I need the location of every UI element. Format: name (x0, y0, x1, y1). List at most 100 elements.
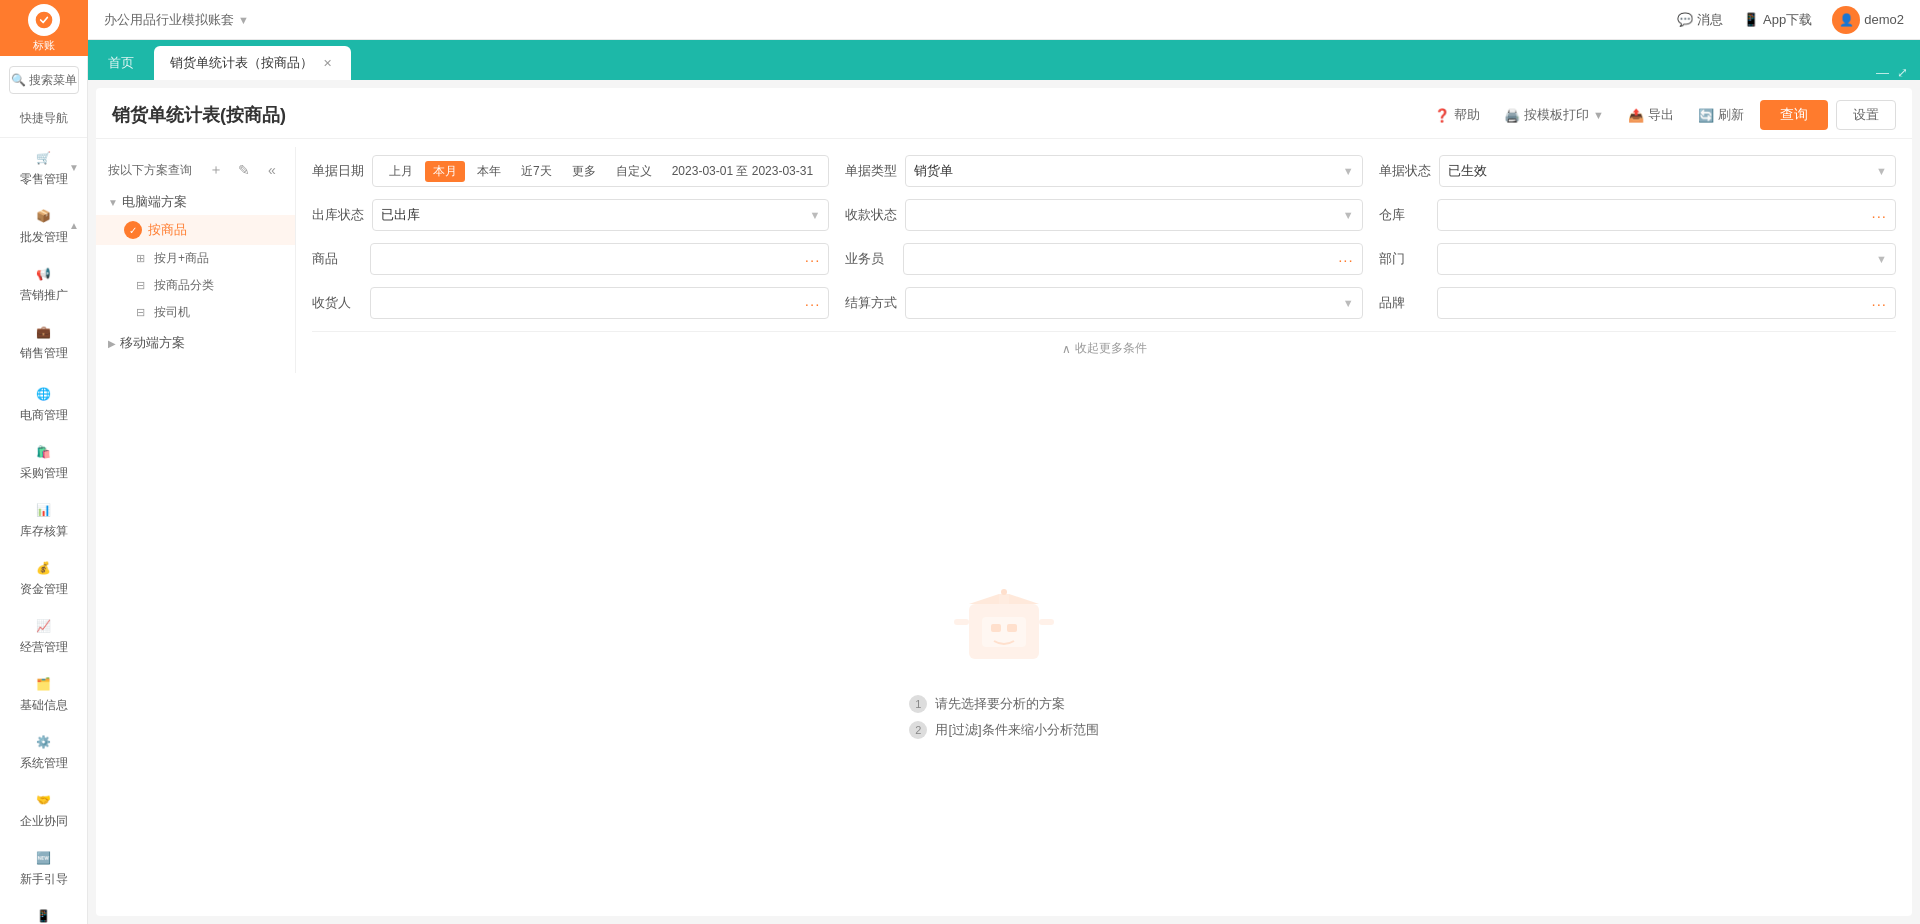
search-icon: 🔍 (11, 73, 26, 87)
sidebar-item-ecommerce[interactable]: 🌐 电商管理 (0, 374, 87, 432)
settlement-label: 结算方式 (845, 294, 897, 312)
sidebar-item-marketing[interactable]: 📢 营销推广 (0, 254, 87, 312)
ecommerce-label: 电商管理 (20, 407, 68, 424)
scheme-by-month-product[interactable]: ⊞ 按月+商品 (96, 245, 295, 272)
salesperson-input[interactable]: ··· (903, 243, 1362, 275)
collapse-label: 收起更多条件 (1075, 340, 1147, 357)
operation-label: 经营管理 (20, 639, 68, 656)
tab-home[interactable]: 首页 (92, 46, 150, 80)
desktop-section-header[interactable]: ▼ 电脑端方案 (96, 189, 295, 215)
purchase-icon: 🛍️ (34, 442, 54, 462)
export-button[interactable]: 📤 导出 (1620, 102, 1682, 128)
sidebar-item-operation[interactable]: 📈 经营管理 (0, 606, 87, 664)
settlement-field: 结算方式 ▼ (845, 287, 1362, 319)
add-scheme-button[interactable]: ＋ (205, 159, 227, 181)
app-download-button[interactable]: 📱 App下载 (1743, 11, 1812, 29)
warehouse-input[interactable]: ··· (1437, 199, 1896, 231)
collapse-panel-button[interactable]: « (261, 159, 283, 181)
user-menu[interactable]: 👤 demo2 (1832, 6, 1904, 34)
settlement-input[interactable]: ▼ (905, 287, 1362, 319)
refresh-button[interactable]: 🔄 刷新 (1690, 102, 1752, 128)
payment-status-input[interactable]: ▼ (905, 199, 1362, 231)
page-actions: ❓ 帮助 🖨️ 按模板打印 ▼ 📤 导出 🔄 刷新 (1426, 100, 1896, 130)
basic-label: 基础信息 (20, 697, 68, 714)
doc-type-input[interactable]: 销货单 ▼ (905, 155, 1362, 187)
date-last-7days[interactable]: 近7天 (513, 161, 560, 182)
doc-status-input[interactable]: 已生效 ▼ (1439, 155, 1896, 187)
payment-status-label: 收款状态 (845, 206, 897, 224)
help-icon: ❓ (1434, 108, 1450, 123)
cooperation-icon: 🤝 (34, 790, 54, 810)
date-more[interactable]: 更多 (564, 161, 604, 182)
tab-bar: 首页 销货单统计表（按商品） ✕ — ⤢ (88, 40, 1920, 80)
industry-selector[interactable]: 办公用品行业模拟账套 ▼ (104, 11, 249, 29)
brand-input[interactable]: ··· (1437, 287, 1896, 319)
settings-button[interactable]: 设置 (1836, 100, 1896, 130)
help-button[interactable]: ❓ 帮助 (1426, 102, 1488, 128)
tip-number-1: 1 (909, 695, 927, 713)
date-this-year[interactable]: 本年 (469, 161, 509, 182)
mobile-section-header[interactable]: ▶ 移动端方案 (96, 330, 295, 356)
message-button[interactable]: 💬 消息 (1677, 11, 1723, 29)
sidebar-item-inventory[interactable]: 📊 库存核算 (0, 490, 87, 548)
expand-icon: ▶ (108, 338, 116, 349)
marketing-icon: 📢 (34, 264, 54, 284)
active-scheme-icon: ✓ (124, 221, 142, 239)
date-this-month[interactable]: 本月 (425, 161, 465, 182)
storage-status-input[interactable]: 已出库 ▼ (372, 199, 829, 231)
product-label: 商品 (312, 250, 362, 268)
driver-icon: ⊟ (132, 305, 148, 321)
scheme-by-product[interactable]: ✓ 按商品 (96, 215, 295, 245)
filter-row-1: 单据日期 上月 本月 本年 近7天 更多 自定义 2023-03-01 至 20… (312, 155, 1896, 187)
system-label: 系统管理 (20, 755, 68, 772)
tip-2-text: 用[过滤]条件来缩小分析范围 (935, 721, 1098, 739)
more-options-icon[interactable]: ··· (805, 295, 821, 312)
query-button[interactable]: 查询 (1760, 100, 1828, 130)
search-menu-button[interactable]: 🔍 帮助 搜索菜单 (9, 66, 79, 94)
warehouse-field: 仓库 ··· (1379, 199, 1896, 231)
doc-type-value: 销货单 (914, 162, 1338, 180)
sidebar-item-cooperation[interactable]: 🤝 企业协同 (0, 780, 87, 838)
sidebar-item-purchase[interactable]: 🛍️ 采购管理 (0, 432, 87, 490)
print-button[interactable]: 🖨️ 按模板打印 ▼ (1496, 102, 1612, 128)
scheme-by-driver[interactable]: ⊟ 按司机 (96, 299, 295, 326)
sidebar-item-system[interactable]: ⚙️ 系统管理 (0, 722, 87, 780)
department-input[interactable]: ▼ (1437, 243, 1896, 275)
sidebar-item-apps[interactable]: 📱 应用中心 (0, 896, 87, 924)
tab-close-button[interactable]: ✕ (319, 55, 335, 71)
sidebar-item-wholesale[interactable]: 📦 批发管理 ▲ (0, 196, 87, 254)
more-options-icon[interactable]: ··· (1871, 207, 1887, 224)
more-options-icon[interactable]: ··· (1871, 295, 1887, 312)
tab-expand-icon[interactable]: ⤢ (1897, 65, 1908, 80)
scheme-by-category[interactable]: ⊟ 按商品分类 (96, 272, 295, 299)
sidebar-item-finance[interactable]: 💰 资金管理 (0, 548, 87, 606)
more-options-icon[interactable]: ··· (1338, 251, 1354, 268)
date-label: 单据日期 (312, 162, 364, 180)
sidebar-item-newuser[interactable]: 🆕 新手引导 (0, 838, 87, 896)
product-input[interactable]: ··· (370, 243, 829, 275)
date-custom[interactable]: 自定义 (608, 161, 660, 182)
receiver-input[interactable]: ··· (370, 287, 829, 319)
edit-scheme-button[interactable]: ✎ (233, 159, 255, 181)
date-last-month[interactable]: 上月 (381, 161, 421, 182)
sidebar-item-retail[interactable]: 🛒 零售管理 ▼ (0, 138, 87, 196)
collapse-button[interactable]: ∧ 收起更多条件 (312, 331, 1896, 365)
salesperson-label: 业务员 (845, 250, 895, 268)
chevron-down-icon: ▼ (1343, 165, 1354, 177)
print-dropdown-icon: ▼ (1593, 109, 1604, 121)
retail-icon: 🛒 (34, 148, 54, 168)
top-header: 办公用品行业模拟账套 ▼ 💬 消息 📱 App下载 👤 demo2 (88, 0, 1920, 40)
storage-status-field: 出库状态 已出库 ▼ (312, 199, 829, 231)
empty-tip-2: 2 用[过滤]条件来缩小分析范围 (909, 721, 1098, 739)
tab-minimize-icon[interactable]: — (1876, 65, 1889, 80)
tab-stats[interactable]: 销货单统计表（按商品） ✕ (154, 46, 351, 80)
sales-label: 销售管理 (20, 345, 68, 362)
payment-status-field: 收款状态 ▼ (845, 199, 1362, 231)
sidebar-item-basic[interactable]: 🗂️ 基础信息 (0, 664, 87, 722)
sidebar-item-sales[interactable]: 💼 销售管理 (0, 312, 87, 370)
more-options-icon[interactable]: ··· (805, 251, 821, 268)
doc-status-value: 已生效 (1448, 162, 1872, 180)
logo-text: 标账 (33, 38, 55, 53)
app-download-label: App下载 (1763, 11, 1812, 29)
filter-row-4: 收货人 ··· 结算方式 ▼ (312, 287, 1896, 319)
